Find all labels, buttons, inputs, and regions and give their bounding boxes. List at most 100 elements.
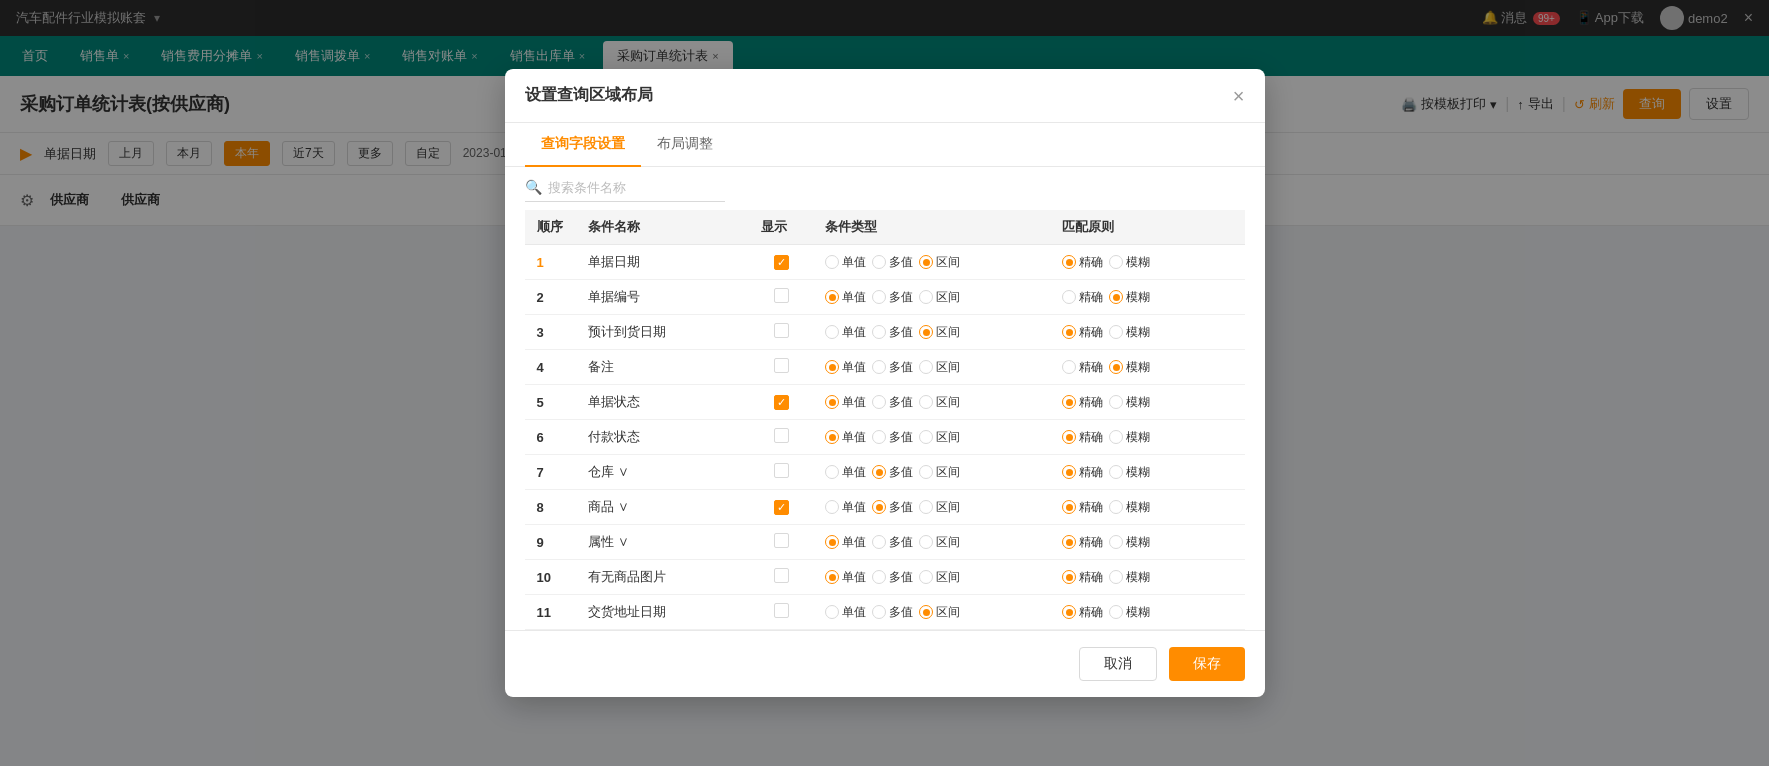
radio-circle-icon — [825, 325, 839, 339]
show-checkbox[interactable]: ✓ — [774, 395, 789, 410]
radio-label: 区间 — [936, 499, 960, 516]
radio-label: 精确 — [1079, 569, 1103, 586]
type-radio-item[interactable]: 区间 — [919, 499, 960, 516]
show-checkbox[interactable] — [774, 463, 789, 478]
cell-show[interactable] — [749, 525, 814, 560]
search-input[interactable] — [548, 180, 725, 195]
radio-circle-icon — [1062, 570, 1076, 584]
type-radio-item[interactable]: 区间 — [919, 604, 960, 621]
cell-show[interactable] — [749, 350, 814, 385]
show-checkbox[interactable] — [774, 323, 789, 338]
type-radio-item[interactable]: 单值 — [825, 499, 866, 516]
match-radio-item[interactable]: 模糊 — [1109, 324, 1150, 341]
match-radio-item[interactable]: 模糊 — [1109, 429, 1150, 446]
cell-show[interactable] — [749, 455, 814, 490]
cell-show[interactable] — [749, 420, 814, 455]
cell-show[interactable]: ✓ — [749, 385, 814, 420]
show-checkbox[interactable] — [774, 358, 789, 373]
type-radio-item[interactable]: 多值 — [872, 464, 913, 481]
match-radio-item[interactable]: 精确 — [1062, 534, 1103, 551]
type-radio-item[interactable]: 单值 — [825, 394, 866, 411]
match-radio-item[interactable]: 精确 — [1062, 569, 1103, 586]
match-radio-item[interactable]: 模糊 — [1109, 254, 1150, 271]
radio-label: 模糊 — [1126, 254, 1150, 271]
type-radio-item[interactable]: 多值 — [872, 394, 913, 411]
radio-circle-icon — [1109, 325, 1123, 339]
match-radio-item[interactable]: 精确 — [1062, 499, 1103, 516]
tab-layout[interactable]: 布局调整 — [641, 123, 729, 167]
type-radio-item[interactable]: 区间 — [919, 534, 960, 551]
cell-show[interactable] — [749, 595, 814, 630]
match-radio-item[interactable]: 模糊 — [1109, 569, 1150, 586]
match-radio-item[interactable]: 模糊 — [1109, 394, 1150, 411]
type-radio-item[interactable]: 多值 — [872, 324, 913, 341]
type-radio-item[interactable]: 单值 — [825, 254, 866, 271]
save-btn[interactable]: 保存 — [1169, 647, 1245, 681]
show-checkbox[interactable]: ✓ — [774, 255, 789, 270]
show-checkbox[interactable] — [774, 533, 789, 548]
radio-label: 单值 — [842, 359, 866, 376]
type-radio-item[interactable]: 单值 — [825, 289, 866, 306]
show-checkbox[interactable] — [774, 428, 789, 443]
type-radio-item[interactable]: 单值 — [825, 464, 866, 481]
type-radio-item[interactable]: 多值 — [872, 569, 913, 586]
match-radio-item[interactable]: 模糊 — [1109, 604, 1150, 621]
dialog-close-btn[interactable]: × — [1233, 86, 1245, 106]
match-radio-item[interactable]: 模糊 — [1109, 359, 1150, 376]
match-radio-item[interactable]: 精确 — [1062, 324, 1103, 341]
show-checkbox[interactable] — [774, 568, 789, 583]
cell-type: 单值多值区间 — [813, 420, 1050, 455]
type-radio-item[interactable]: 多值 — [872, 289, 913, 306]
match-radio-item[interactable]: 模糊 — [1109, 499, 1150, 516]
type-radio-item[interactable]: 区间 — [919, 359, 960, 376]
show-checkbox[interactable] — [774, 603, 789, 618]
type-radio-item[interactable]: 多值 — [872, 254, 913, 271]
cell-type: 单值多值 区间 — [813, 490, 1050, 525]
tab-query-fields[interactable]: 查询字段设置 — [525, 123, 641, 167]
match-radio-item[interactable]: 精确 — [1062, 429, 1103, 446]
type-radio-item[interactable]: 单值 — [825, 569, 866, 586]
cell-show[interactable] — [749, 280, 814, 315]
radio-circle-icon — [1062, 500, 1076, 514]
cell-order: 7 — [525, 455, 577, 490]
match-radio-item[interactable]: 精确 — [1062, 604, 1103, 621]
cell-show[interactable]: ✓ — [749, 490, 814, 525]
type-radio-item[interactable]: 多值 — [872, 499, 913, 516]
table-row: 9属性 ∨单值多值区间精确模糊 — [525, 525, 1245, 560]
match-radio-item[interactable]: 精确 — [1062, 464, 1103, 481]
cell-show[interactable]: ✓ — [749, 245, 814, 280]
type-radio-item[interactable]: 区间 — [919, 254, 960, 271]
match-radio-item[interactable]: 精确 — [1062, 289, 1103, 306]
type-radio-item[interactable]: 单值 — [825, 604, 866, 621]
cell-show[interactable] — [749, 315, 814, 350]
type-radio-item[interactable]: 多值 — [872, 359, 913, 376]
match-radio-item[interactable]: 模糊 — [1109, 464, 1150, 481]
type-radio-item[interactable]: 单值 — [825, 534, 866, 551]
type-radio-item[interactable]: 区间 — [919, 569, 960, 586]
match-radio-item[interactable]: 精确 — [1062, 254, 1103, 271]
type-radio-item[interactable]: 区间 — [919, 464, 960, 481]
type-radio-item[interactable]: 单值 — [825, 359, 866, 376]
type-radio-item[interactable]: 区间 — [919, 324, 960, 341]
cancel-btn[interactable]: 取消 — [1079, 647, 1157, 681]
type-radio-item[interactable]: 多值 — [872, 604, 913, 621]
type-radio-item[interactable]: 多值 — [872, 534, 913, 551]
cell-type: 单值多值区间 — [813, 280, 1050, 315]
show-checkbox[interactable]: ✓ — [774, 500, 789, 515]
match-radio-item[interactable]: 模糊 — [1109, 534, 1150, 551]
cell-show[interactable] — [749, 560, 814, 595]
type-radio-item[interactable]: 多值 — [872, 429, 913, 446]
match-radio-item[interactable]: 精确 — [1062, 394, 1103, 411]
show-checkbox[interactable] — [774, 288, 789, 303]
radio-circle-icon — [872, 465, 886, 479]
radio-circle-icon — [825, 535, 839, 549]
type-radio-item[interactable]: 单值 — [825, 429, 866, 446]
dialog-search: 🔍 — [505, 167, 1265, 210]
cell-match: 精确模糊 — [1050, 315, 1244, 350]
type-radio-item[interactable]: 区间 — [919, 394, 960, 411]
type-radio-item[interactable]: 区间 — [919, 289, 960, 306]
match-radio-item[interactable]: 模糊 — [1109, 289, 1150, 306]
type-radio-item[interactable]: 单值 — [825, 324, 866, 341]
type-radio-item[interactable]: 区间 — [919, 429, 960, 446]
match-radio-item[interactable]: 精确 — [1062, 359, 1103, 376]
